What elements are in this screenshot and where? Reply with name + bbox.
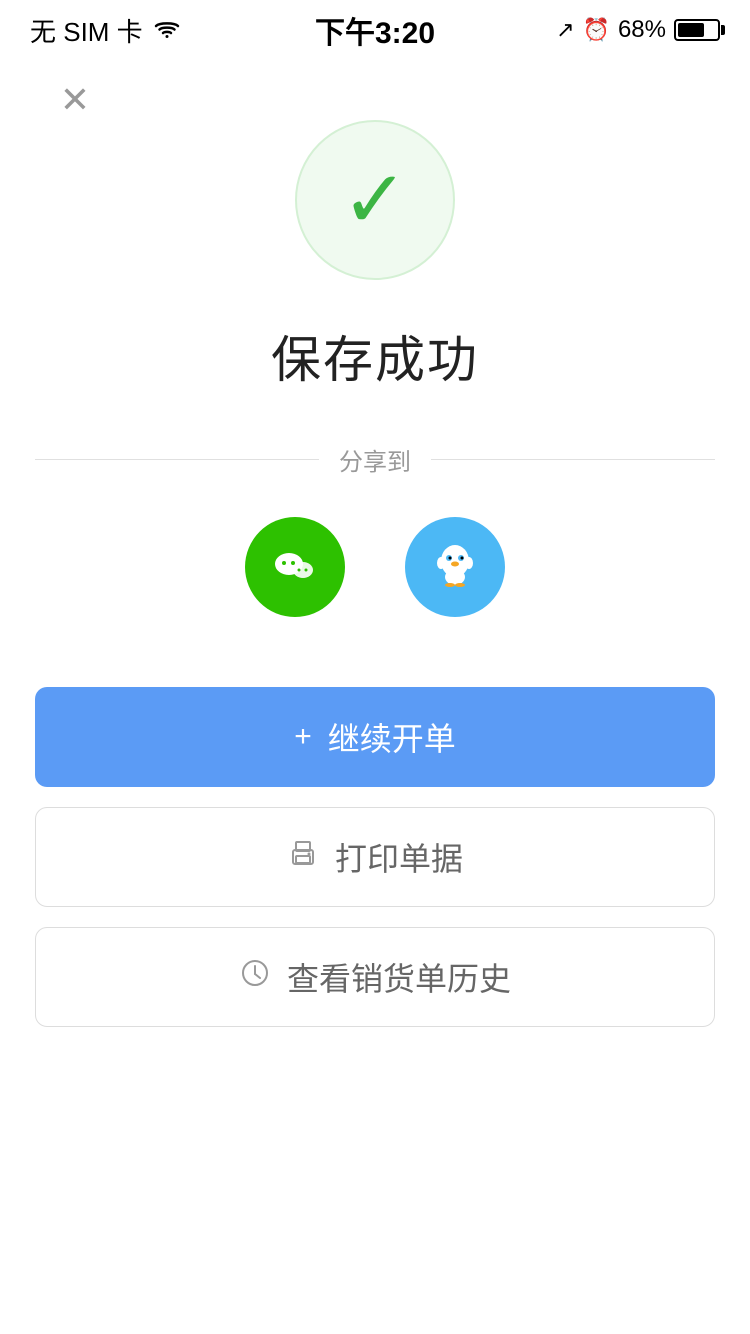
main-content: ✓ 保存成功 分享到 [0, 60, 750, 1027]
continue-order-label: 继续开单 [328, 714, 456, 760]
clock-icon [239, 957, 271, 997]
action-buttons: + 继续开单 打印单据 [35, 687, 715, 1027]
qq-share-button[interactable] [405, 517, 505, 617]
print-button[interactable]: 打印单据 [35, 807, 715, 907]
print-label: 打印单据 [335, 834, 463, 880]
share-divider: 分享到 [35, 442, 715, 477]
success-icon-container: ✓ [295, 120, 455, 280]
location-icon: ↗ [556, 17, 574, 43]
status-right: ↗ ⏰ 68% [556, 16, 720, 44]
divider-left [35, 459, 319, 460]
status-left: 无 SIM 卡 [30, 12, 181, 49]
status-time: 下午3:20 [315, 8, 435, 52]
success-title: 保存成功 [271, 320, 479, 392]
wechat-share-button[interactable] [245, 517, 345, 617]
battery-icon [674, 19, 720, 41]
close-icon: ✕ [60, 82, 90, 118]
checkmark-icon: ✓ [341, 160, 408, 240]
close-button[interactable]: ✕ [50, 75, 100, 125]
status-bar: 无 SIM 卡 下午3:20 ↗ ⏰ 68% [0, 0, 750, 60]
divider-right [431, 459, 715, 460]
wifi-icon [153, 20, 181, 40]
carrier-label: 无 SIM 卡 [30, 12, 143, 49]
printer-icon [287, 838, 319, 877]
alarm-icon: ⏰ [583, 17, 610, 43]
history-button[interactable]: 查看销货单历史 [35, 927, 715, 1027]
continue-order-button[interactable]: + 继续开单 [35, 687, 715, 787]
share-label: 分享到 [319, 442, 431, 477]
history-label: 查看销货单历史 [287, 954, 511, 1000]
share-icons [245, 517, 505, 617]
wechat-icon [265, 537, 325, 597]
qq-icon [425, 537, 485, 597]
battery-percent: 68% [618, 16, 666, 44]
plus-icon: + [294, 720, 312, 754]
